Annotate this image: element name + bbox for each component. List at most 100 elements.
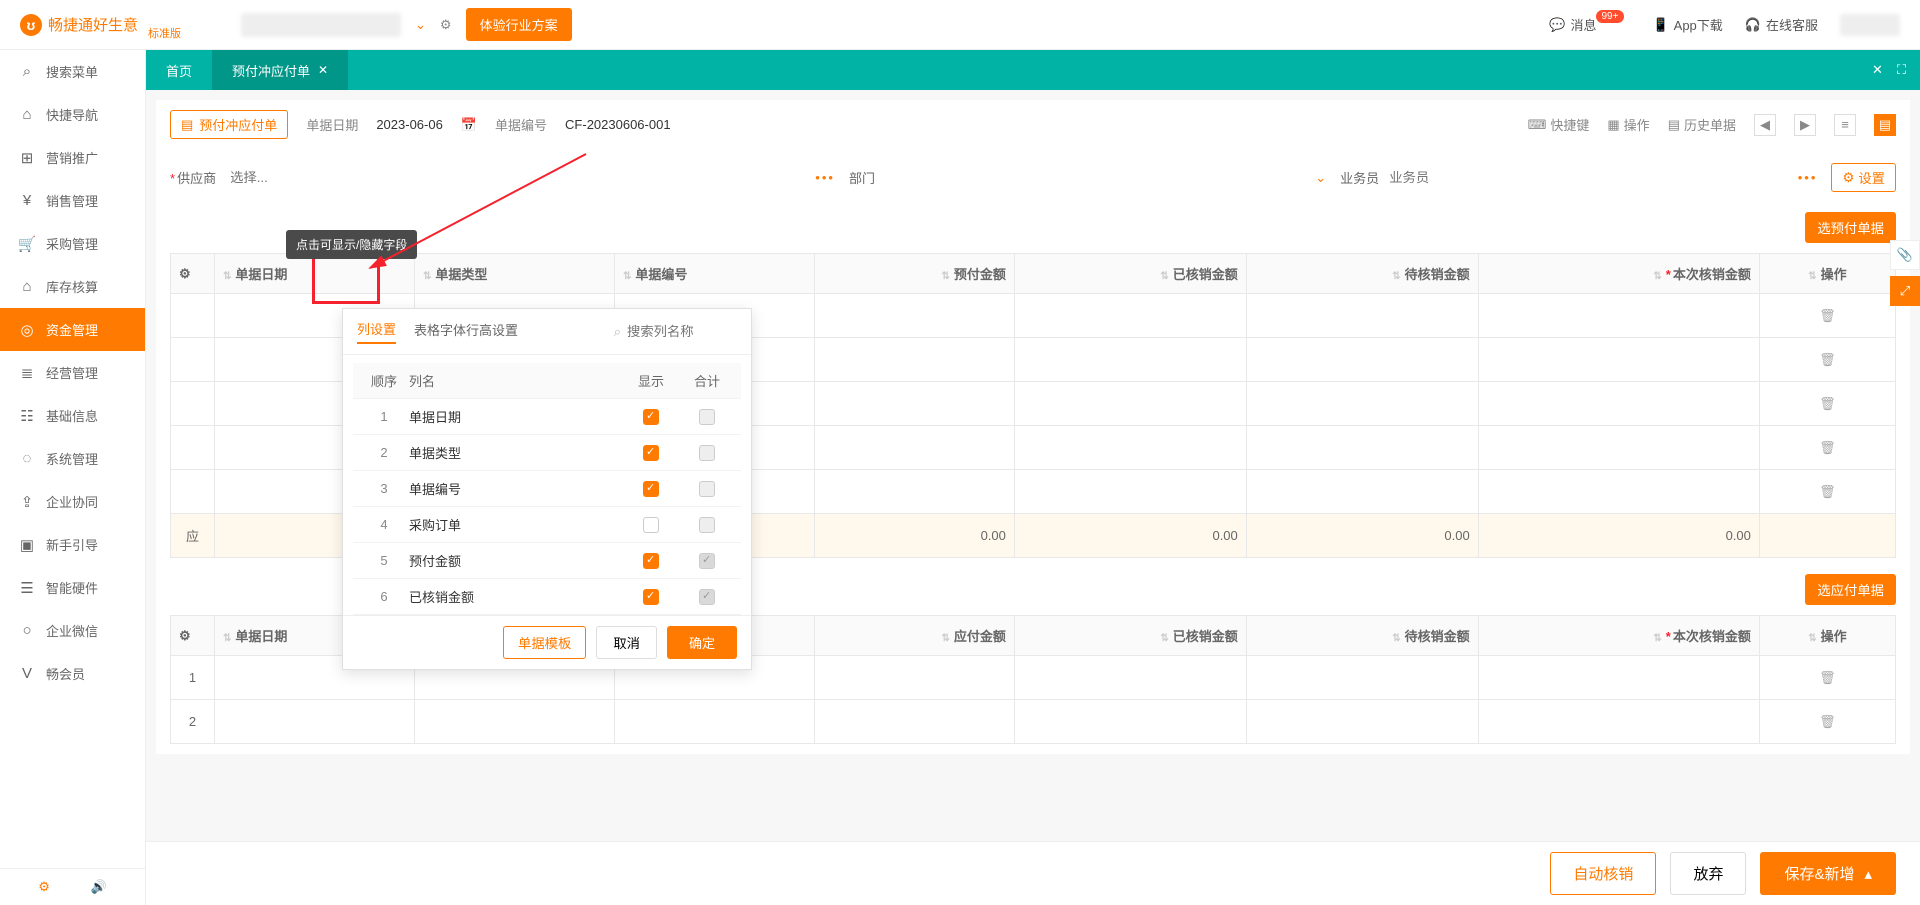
sidebar-item-8[interactable]: ☷基础信息: [0, 394, 145, 437]
th-2[interactable]: ⇅单据编号: [614, 254, 814, 294]
sidebar-item-4[interactable]: 🛒采购管理: [0, 222, 145, 265]
sum-checkbox: [699, 481, 715, 497]
th-3[interactable]: ⇅预付金额: [814, 254, 1014, 294]
hotkey-link[interactable]: ⌨快捷键: [1528, 115, 1590, 134]
clerk-more-icon[interactable]: •••: [1798, 170, 1818, 185]
show-checkbox[interactable]: [643, 553, 659, 569]
sidebar-item-12[interactable]: ☰智能硬件: [0, 566, 145, 609]
sidebar-item-icon: ⌂: [18, 278, 36, 295]
discard-button[interactable]: 放弃: [1670, 852, 1746, 895]
th-3[interactable]: ⇅应付金额: [814, 616, 1014, 656]
column-gear-button[interactable]: ⚙: [171, 254, 215, 294]
sidebar-item-6[interactable]: ◎资金管理: [0, 308, 145, 351]
totals-val-0: 0.00: [814, 514, 1014, 558]
sidebar-item-5[interactable]: ⌂库存核算: [0, 265, 145, 308]
user-avatar-blur[interactable]: [1840, 14, 1900, 36]
th-label: 本次核销金额: [1673, 267, 1751, 282]
popup-row-name: 采购订单: [409, 515, 623, 534]
tab-close-icon[interactable]: ✕: [318, 63, 328, 77]
org-selector-blur[interactable]: [241, 13, 401, 37]
th-6[interactable]: ⇅*本次核销金额: [1478, 254, 1759, 294]
app-download-link[interactable]: 📱 App下载: [1652, 15, 1722, 34]
th-5[interactable]: ⇅待核销金额: [1246, 616, 1478, 656]
auto-writeoff-button[interactable]: 自动核销: [1550, 852, 1656, 895]
column-gear-button[interactable]: ⚙: [171, 616, 215, 656]
show-checkbox[interactable]: [643, 445, 659, 461]
sidebar-item-7[interactable]: ≣经营管理: [0, 351, 145, 394]
sidebar-item-2[interactable]: ⊞营销推广: [0, 136, 145, 179]
sidebar-item-10[interactable]: ⇪企业协同: [0, 480, 145, 523]
show-checkbox[interactable]: [643, 409, 659, 425]
history-link[interactable]: ▤历史单据: [1668, 115, 1736, 134]
th-7[interactable]: ⇅操作: [1759, 254, 1895, 294]
settings-icon[interactable]: ⚙: [38, 879, 50, 895]
show-checkbox[interactable]: [643, 589, 659, 605]
sum-checkbox[interactable]: [699, 553, 715, 569]
pick-prepay-button[interactable]: 选预付单据: [1805, 212, 1896, 243]
sidebar-item-9[interactable]: ◌系统管理: [0, 437, 145, 480]
tab-0[interactable]: 首页: [146, 50, 212, 90]
clerk-input[interactable]: [1389, 170, 1469, 185]
tab-1[interactable]: 预付冲应付单✕: [212, 50, 348, 90]
dept-caret-down-icon[interactable]: ⌄: [1315, 170, 1326, 186]
gear-icon[interactable]: ⚙: [440, 17, 452, 33]
sidebar-item-1[interactable]: ⌂快捷导航: [0, 93, 145, 136]
tab-close-icon[interactable]: ✕: [1872, 62, 1883, 78]
sort-icon: ⇅: [223, 271, 231, 282]
popup-cancel-button[interactable]: 取消: [596, 626, 657, 659]
delete-row-icon[interactable]: 🗑: [1819, 440, 1836, 455]
nav-prev-button[interactable]: ◀: [1754, 114, 1776, 136]
attachment-icon[interactable]: 📎: [1890, 240, 1920, 270]
popup-template-button[interactable]: 单据模板: [503, 626, 586, 659]
delete-row-icon[interactable]: 🗑: [1819, 352, 1836, 367]
popup-tab-columns[interactable]: 列设置: [357, 319, 396, 344]
experience-plan-button[interactable]: 体验行业方案: [466, 8, 572, 41]
sidebar-item-icon: ¥: [18, 192, 36, 209]
view-detail-button[interactable]: ▤: [1874, 114, 1896, 136]
expand-icon[interactable]: ⤢: [1890, 276, 1920, 306]
show-checkbox[interactable]: [643, 517, 659, 533]
supplier-more-icon[interactable]: •••: [815, 170, 835, 185]
sidebar-item-0[interactable]: ⌕搜索菜单: [0, 50, 145, 93]
delete-row-icon[interactable]: 🗑: [1819, 670, 1836, 685]
show-checkbox[interactable]: [643, 481, 659, 497]
messages-link[interactable]: 💬 消息 99+: [1549, 15, 1630, 34]
th-4[interactable]: ⇅已核销金额: [1014, 616, 1246, 656]
org-caret-icon[interactable]: ⌄: [415, 17, 426, 33]
table-row[interactable]: 2🗑: [171, 700, 1896, 744]
th-6[interactable]: ⇅*本次核销金额: [1478, 616, 1759, 656]
th-7[interactable]: ⇅操作: [1759, 616, 1895, 656]
delete-row-icon[interactable]: 🗑: [1819, 484, 1836, 499]
sidebar-item-13[interactable]: ○企业微信: [0, 609, 145, 652]
settings-button[interactable]: ⚙ 设置: [1831, 163, 1896, 192]
nav-next-button[interactable]: ▶: [1794, 114, 1816, 136]
supplier-input[interactable]: [230, 170, 310, 185]
row-index: 2: [171, 700, 215, 744]
tab-expand-icon[interactable]: ⛶: [1897, 62, 1906, 78]
ops-link[interactable]: ▦操作: [1607, 115, 1649, 134]
delete-row-icon[interactable]: 🗑: [1819, 396, 1836, 411]
sum-checkbox[interactable]: [699, 589, 715, 605]
popup-tab-font[interactable]: 表格字体行高设置: [414, 320, 518, 343]
save-label: 保存&新增: [1784, 863, 1854, 884]
delete-row-icon[interactable]: 🗑: [1819, 308, 1836, 323]
calendar-icon[interactable]: 📅: [461, 117, 477, 133]
doc-type-chip[interactable]: ▤ 预付冲应付单: [170, 110, 288, 139]
doc-date-value[interactable]: 2023-06-06: [376, 117, 443, 132]
speaker-icon[interactable]: 🔊: [91, 879, 107, 895]
popup-search-input[interactable]: [627, 324, 737, 339]
sidebar-item-11[interactable]: ▣新手引导: [0, 523, 145, 566]
view-list-button[interactable]: ≡: [1834, 114, 1856, 136]
topbar-right: 💬 消息 99+ 📱 App下载 🎧 在线客服: [1549, 14, 1900, 36]
th-4[interactable]: ⇅已核销金额: [1014, 254, 1246, 294]
save-and-new-button[interactable]: 保存&新增 ▴: [1760, 852, 1896, 895]
customer-service-link[interactable]: 🎧 在线客服: [1745, 15, 1818, 34]
sidebar-item-14[interactable]: V畅会员: [0, 652, 145, 695]
th-5[interactable]: ⇅待核销金额: [1246, 254, 1478, 294]
sidebar-item-3[interactable]: ¥销售管理: [0, 179, 145, 222]
pick-payable-button[interactable]: 选应付单据: [1805, 574, 1896, 605]
sort-icon: ⇅: [623, 271, 631, 282]
delete-row-icon[interactable]: 🗑: [1819, 714, 1836, 729]
sort-icon: ⇅: [941, 633, 949, 644]
popup-ok-button[interactable]: 确定: [667, 626, 737, 659]
